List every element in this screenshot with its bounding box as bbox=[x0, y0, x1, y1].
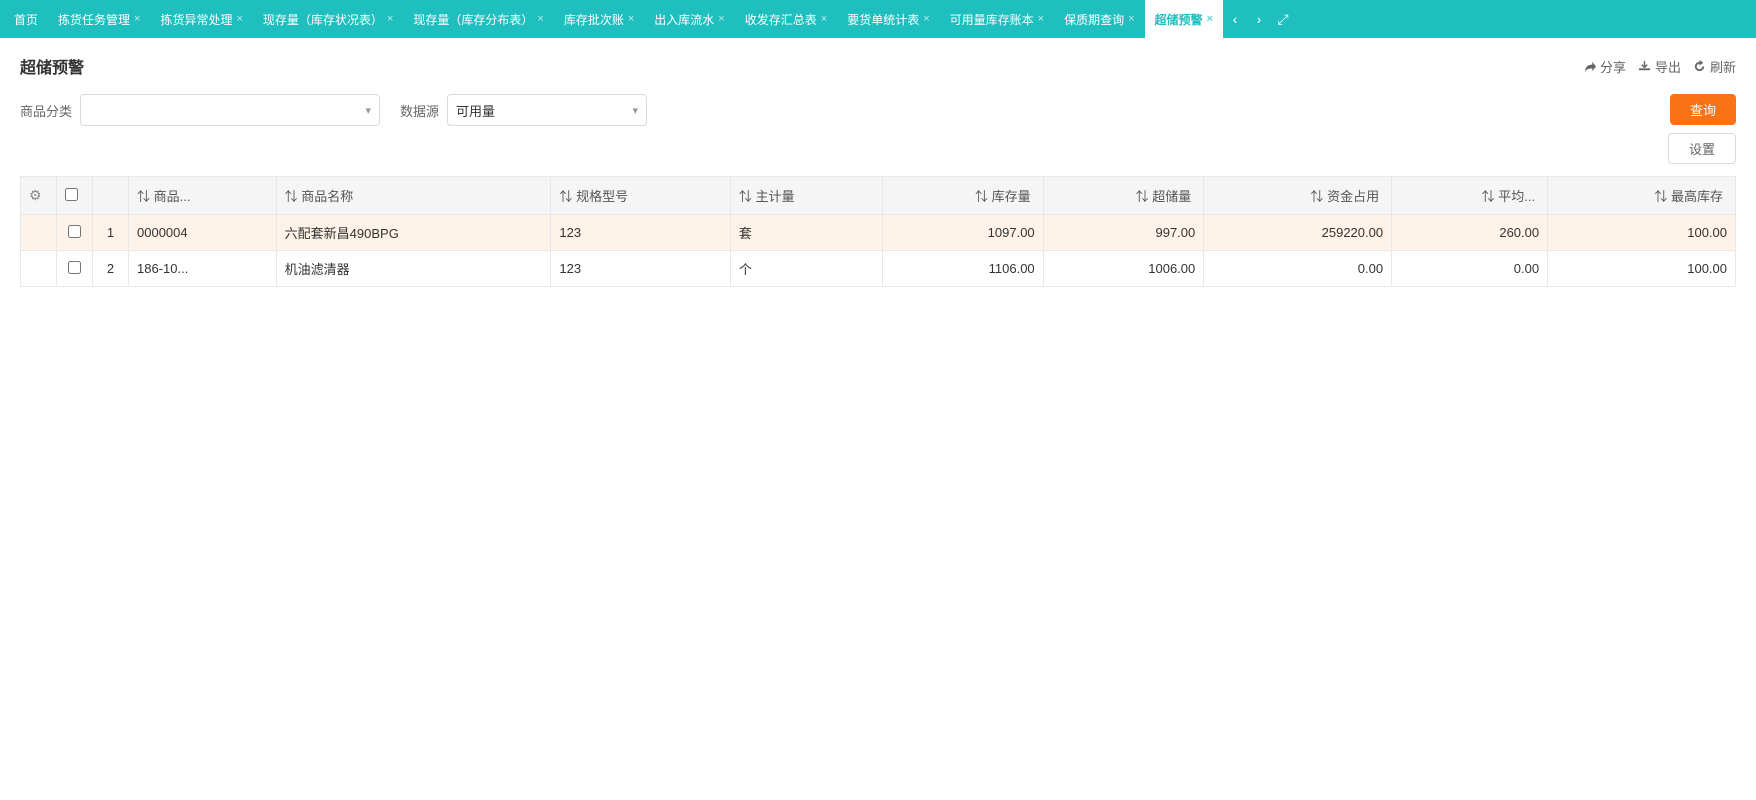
select-all-checkbox[interactable] bbox=[65, 188, 78, 201]
row-checkbox[interactable] bbox=[68, 261, 81, 274]
nav-tab-inventory-status[interactable]: 现存量（库存状况表） × bbox=[253, 0, 403, 38]
th-gear: ⚙ bbox=[21, 177, 57, 215]
close-icon[interactable]: × bbox=[236, 13, 242, 25]
th-checkbox bbox=[57, 177, 93, 215]
row-unit: 套 bbox=[730, 215, 882, 251]
row-checkbox[interactable] bbox=[68, 225, 81, 238]
th-maxstock: ⇅ 最高库存 bbox=[1548, 177, 1736, 215]
close-icon[interactable]: × bbox=[387, 13, 393, 25]
share-icon bbox=[1583, 60, 1596, 73]
filter-section: 商品分类 ▾ 数据源 可用量 ▾ 查询 设置 bbox=[20, 94, 1736, 164]
nav-arrow-right[interactable]: › bbox=[1247, 0, 1271, 38]
row-unit: 个 bbox=[730, 251, 882, 287]
nav-tab-overstock[interactable]: 超储预警 × bbox=[1145, 0, 1223, 38]
row-spec: 123 bbox=[551, 251, 730, 287]
close-icon[interactable]: × bbox=[537, 13, 543, 25]
close-icon[interactable]: × bbox=[1128, 13, 1134, 25]
th-avg: ⇅ 平均... bbox=[1392, 177, 1548, 215]
row-capital: 259220.00 bbox=[1204, 215, 1392, 251]
export-icon bbox=[1638, 60, 1651, 73]
chevron-down-icon: ▾ bbox=[633, 104, 639, 117]
close-icon[interactable]: × bbox=[134, 13, 140, 25]
refresh-icon bbox=[1693, 60, 1706, 73]
row-gear-cell bbox=[21, 215, 57, 251]
nav-tab-abnormal[interactable]: 拣货异常处理 × bbox=[150, 0, 252, 38]
close-icon[interactable]: × bbox=[923, 13, 929, 25]
query-button[interactable]: 查询 bbox=[1670, 94, 1736, 125]
row-avg: 0.00 bbox=[1392, 251, 1548, 287]
row-name: 六配套新昌490BPG bbox=[276, 215, 551, 251]
share-button[interactable]: 分享 bbox=[1583, 57, 1626, 76]
row-gear-cell bbox=[21, 251, 57, 287]
table-row: 2 186-10... 机油滤清器 123 个 1106.00 1006.00 … bbox=[21, 251, 1736, 287]
th-spec: ⇅ 规格型号 bbox=[551, 177, 730, 215]
close-icon[interactable]: × bbox=[1207, 13, 1213, 25]
refresh-button[interactable]: 刷新 bbox=[1693, 57, 1736, 76]
data-table: ⚙ ⇅ 商品... ⇅ 商品名称 ⇅ bbox=[20, 176, 1736, 287]
th-stock: ⇅ 库存量 bbox=[883, 177, 1044, 215]
datasource-select[interactable]: 可用量 ▾ bbox=[447, 94, 647, 126]
datasource-filter: 数据源 可用量 ▾ bbox=[400, 94, 647, 126]
table-body: 1 0000004 六配套新昌490BPG 123 套 1097.00 997.… bbox=[21, 215, 1736, 287]
filter-fields: 商品分类 ▾ 数据源 可用量 ▾ bbox=[20, 94, 1652, 126]
row-overstock: 1006.00 bbox=[1043, 251, 1204, 287]
top-nav: 首页 拣货任务管理 × 拣货异常处理 × 现存量（库存状况表） × 现存量（库存… bbox=[0, 0, 1756, 38]
close-icon[interactable]: × bbox=[821, 13, 827, 25]
gear-icon[interactable]: ⚙ bbox=[29, 187, 42, 203]
row-spec: 123 bbox=[551, 215, 730, 251]
export-button[interactable]: 导出 bbox=[1638, 57, 1681, 76]
th-overstock: ⇅ 超储量 bbox=[1043, 177, 1204, 215]
nav-tab-shelf-life[interactable]: 保质期查询 × bbox=[1054, 0, 1144, 38]
row-stock: 1106.00 bbox=[883, 251, 1044, 287]
close-icon[interactable]: × bbox=[628, 13, 634, 25]
th-unit: ⇅ 主计量 bbox=[730, 177, 882, 215]
row-stock: 1097.00 bbox=[883, 215, 1044, 251]
page-title: 超储预警 bbox=[20, 54, 84, 78]
row-avg: 260.00 bbox=[1392, 215, 1548, 251]
header-actions: 分享 导出 刷新 bbox=[1583, 57, 1736, 76]
th-name: ⇅ 商品名称 bbox=[276, 177, 551, 215]
nav-tab-recv-total[interactable]: 收发存汇总表 × bbox=[735, 0, 837, 38]
table-header: ⚙ ⇅ 商品... ⇅ 商品名称 ⇅ bbox=[21, 177, 1736, 215]
close-icon[interactable]: × bbox=[718, 13, 724, 25]
nav-tab-order-stats[interactable]: 要货单统计表 × bbox=[837, 0, 939, 38]
row-maxstock: 100.00 bbox=[1548, 215, 1736, 251]
row-capital: 0.00 bbox=[1204, 251, 1392, 287]
category-select[interactable]: ▾ bbox=[80, 94, 380, 126]
row-name: 机油滤清器 bbox=[276, 251, 551, 287]
row-checkbox-cell bbox=[57, 251, 93, 287]
nav-tab-home[interactable]: 首页 bbox=[4, 0, 48, 38]
settings-button[interactable]: 设置 bbox=[1668, 133, 1736, 164]
row-code: 186-10... bbox=[129, 251, 277, 287]
filter-buttons: 查询 设置 bbox=[1668, 94, 1736, 164]
close-icon[interactable]: × bbox=[1038, 13, 1044, 25]
datasource-label: 数据源 bbox=[400, 101, 439, 120]
row-overstock: 997.00 bbox=[1043, 215, 1204, 251]
nav-tab-task-mgmt[interactable]: 拣货任务管理 × bbox=[48, 0, 150, 38]
row-num: 2 bbox=[93, 251, 129, 287]
th-num bbox=[93, 177, 129, 215]
th-capital: ⇅ 资金占用 bbox=[1204, 177, 1392, 215]
category-filter: 商品分类 ▾ bbox=[20, 94, 380, 126]
page-header: 超储预警 分享 导出 刷新 bbox=[20, 54, 1736, 78]
nav-tab-avail-ledger[interactable]: 可用量库存账本 × bbox=[940, 0, 1054, 38]
table-row: 1 0000004 六配套新昌490BPG 123 套 1097.00 997.… bbox=[21, 215, 1736, 251]
nav-tab-batch-account[interactable]: 库存批次账 × bbox=[554, 0, 644, 38]
nav-tab-inout-flow[interactable]: 出入库流水 × bbox=[644, 0, 734, 38]
table-container: ⚙ ⇅ 商品... ⇅ 商品名称 ⇅ bbox=[20, 176, 1736, 287]
row-maxstock: 100.00 bbox=[1548, 251, 1736, 287]
th-code: ⇅ 商品... bbox=[129, 177, 277, 215]
row-code: 0000004 bbox=[129, 215, 277, 251]
row-num: 1 bbox=[93, 215, 129, 251]
datasource-value: 可用量 bbox=[456, 101, 495, 120]
nav-tab-inventory-dist[interactable]: 现存量（库存分布表） × bbox=[403, 0, 553, 38]
nav-arrow-expand[interactable]: ⤢ bbox=[1271, 0, 1295, 38]
page-container: 超储预警 分享 导出 刷新 bbox=[0, 38, 1756, 303]
chevron-down-icon: ▾ bbox=[365, 104, 371, 117]
category-label: 商品分类 bbox=[20, 101, 72, 120]
nav-arrow-left[interactable]: ‹ bbox=[1223, 0, 1247, 38]
row-checkbox-cell bbox=[57, 215, 93, 251]
